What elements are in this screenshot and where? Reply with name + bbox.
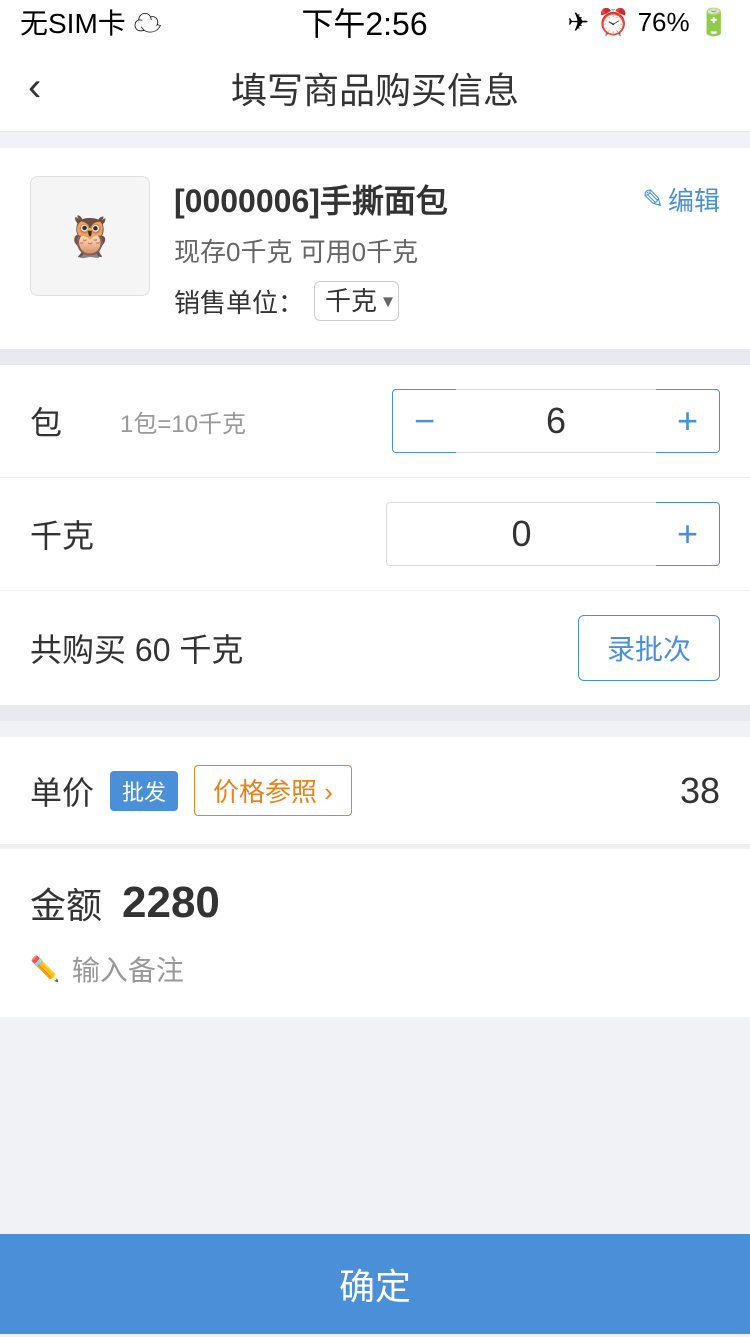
status-location-icon: ✈	[567, 7, 589, 38]
kg-plus-button[interactable]: +	[656, 502, 720, 566]
package-hint: 1包=10千克	[120, 404, 392, 439]
kg-qty-input[interactable]	[386, 502, 656, 566]
status-time: 下午2:56	[301, 0, 427, 45]
section-divider-1	[0, 349, 750, 365]
nav-bar: ‹ 填写商品购买信息	[0, 44, 750, 132]
product-image: 🦉	[30, 176, 150, 296]
amount-section: 金额 2280 ✏️ 输入备注	[0, 849, 750, 1017]
product-icon: 🦉	[65, 213, 115, 260]
price-value: 38	[680, 770, 720, 812]
product-info: [0000006]手撕面包 ✎ 编辑 现存0千克 可用0千克 销售单位： 千克	[174, 176, 720, 321]
unit-prefix-label: 销售单位：	[174, 283, 304, 320]
product-name: [0000006]手撕面包	[174, 176, 448, 222]
amount-label: 金额	[30, 877, 102, 929]
price-ref-button[interactable]: 价格参照 ›	[194, 765, 352, 816]
total-row: 共购买 60 千克 录批次	[0, 591, 750, 705]
package-qty-control: − +	[392, 389, 720, 453]
price-row: 单价 批发 价格参照 › 38	[0, 737, 750, 845]
price-tag: 批发	[110, 771, 178, 811]
stock-info: 现存0千克 可用0千克	[174, 232, 720, 269]
pencil-icon: ✏️	[30, 955, 60, 984]
unit-select-wrapper[interactable]: 千克	[314, 281, 399, 321]
package-plus-button[interactable]: +	[656, 389, 720, 453]
status-bar: 无SIM卡 ☁ 下午2:56 ✈ ⏰ 76% 🔋	[0, 0, 750, 44]
back-button[interactable]: ‹	[28, 65, 41, 110]
nav-title: 填写商品购买信息	[231, 62, 519, 114]
remark-row[interactable]: ✏️ 输入备注	[30, 949, 720, 989]
status-battery-area: ✈ ⏰ 76% 🔋	[567, 7, 730, 38]
remark-label: 输入备注	[72, 949, 184, 989]
amount-value: 2280	[122, 878, 220, 928]
package-row: 包 1包=10千克 − +	[0, 365, 750, 478]
status-alarm-icon: ⏰	[597, 7, 629, 38]
batch-button[interactable]: 录批次	[578, 615, 720, 681]
kg-label: 千克	[30, 511, 110, 557]
kg-qty-control: +	[386, 502, 720, 566]
confirm-button[interactable]: 确定	[0, 1234, 750, 1334]
total-text: 共购买 60 千克	[30, 625, 243, 671]
edit-button[interactable]: ✎ 编辑	[642, 181, 720, 218]
package-label: 包	[30, 398, 110, 444]
price-section: 单价 批发 价格参照 › 38	[0, 737, 750, 845]
section-divider-2	[0, 705, 750, 721]
edit-label: 编辑	[668, 181, 720, 218]
status-battery: 76%	[638, 7, 690, 38]
package-qty-input[interactable]	[456, 389, 656, 453]
status-battery-icon: 🔋	[698, 7, 730, 38]
price-label: 单价	[30, 768, 94, 814]
status-signal: 无SIM卡 ☁	[20, 2, 162, 42]
unit-row: 销售单位： 千克	[174, 281, 720, 321]
package-input-section: 包 1包=10千克 − + 千克 + 共购买 60 千克 录批次	[0, 365, 750, 705]
package-minus-button[interactable]: −	[392, 389, 456, 453]
edit-icon: ✎	[642, 184, 664, 215]
product-card: 🦉 [0000006]手撕面包 ✎ 编辑 现存0千克 可用0千克 销售单位： 千…	[0, 148, 750, 349]
unit-select[interactable]: 千克	[314, 281, 399, 321]
amount-row: 金额 2280	[30, 877, 720, 929]
kg-row: 千克 +	[0, 478, 750, 591]
product-name-row: [0000006]手撕面包 ✎ 编辑	[174, 176, 720, 222]
